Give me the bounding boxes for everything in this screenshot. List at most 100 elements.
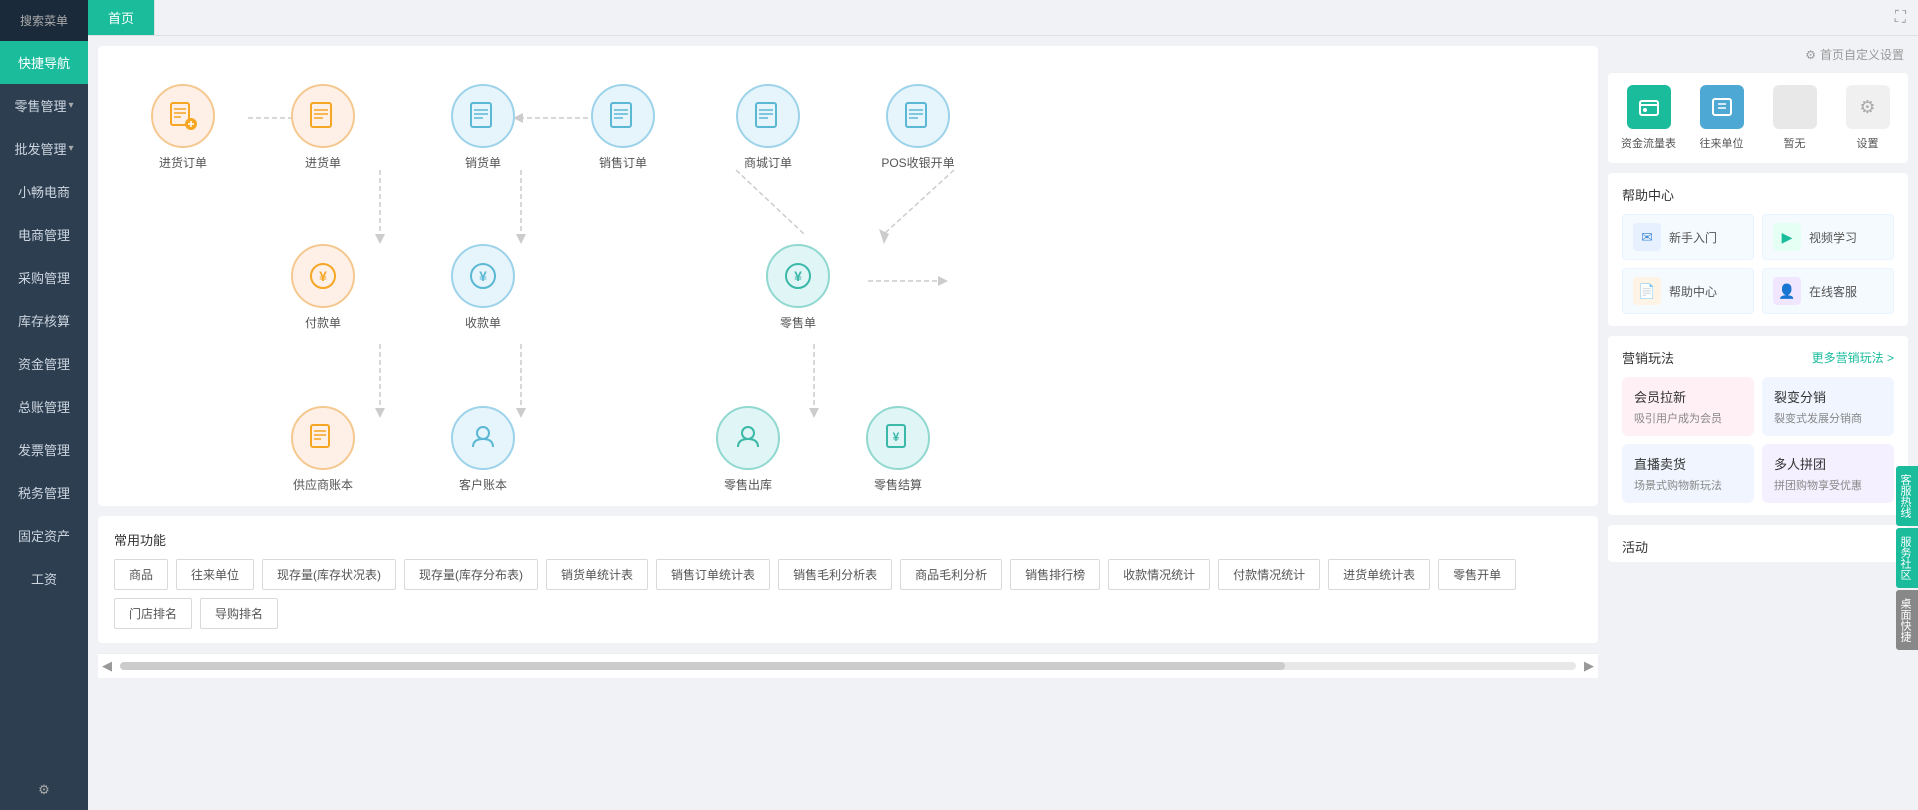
help-item-video[interactable]: ▶ 视频学习 bbox=[1762, 214, 1894, 260]
sidebar-item-label: 发票管理 bbox=[18, 440, 70, 459]
sidebar-item-label: 工资 bbox=[31, 569, 57, 588]
mkt-item-fission[interactable]: 裂变分销 裂变式发展分销商 bbox=[1762, 377, 1894, 436]
qf-btn-7[interactable]: 商品毛利分析 bbox=[900, 559, 1002, 590]
sidebar-item-invoice[interactable]: 发票管理 bbox=[0, 428, 88, 471]
qi-empty-icon bbox=[1773, 85, 1817, 129]
qf-btn-9[interactable]: 收款情况统计 bbox=[1108, 559, 1210, 590]
float-btn-desktop[interactable]: 桌面快捷 bbox=[1896, 590, 1918, 650]
circle-pos[interactable] bbox=[886, 84, 950, 148]
qf-btn-11[interactable]: 进货单统计表 bbox=[1328, 559, 1430, 590]
mkt-item-live[interactable]: 直播卖货 场景式购物新玩法 bbox=[1622, 444, 1754, 503]
mkt-member-title: 会员拉新 bbox=[1634, 387, 1742, 406]
customize-settings[interactable]: ⚙ 首页自定义设置 bbox=[1608, 46, 1908, 63]
qf-btn-13[interactable]: 门店排名 bbox=[114, 598, 192, 629]
scroll-track[interactable] bbox=[120, 662, 1576, 670]
circle-kehuzhanben[interactable] bbox=[451, 406, 515, 470]
circle-fukuan[interactable]: ¥ bbox=[291, 244, 355, 308]
sidebar-item-wages[interactable]: 工资 bbox=[0, 557, 88, 600]
sidebar-item-ledger[interactable]: 总账管理 bbox=[0, 385, 88, 428]
node-pos[interactable]: POS收银开单 bbox=[868, 84, 968, 171]
qf-btn-2[interactable]: 现存量(库存状况表) bbox=[262, 559, 396, 590]
sidebar-item-ecommgmt[interactable]: 电商管理 bbox=[0, 213, 88, 256]
expand-icon[interactable]: ⛶ bbox=[1883, 1, 1918, 35]
sidebar-settings-icon[interactable]: ⚙ bbox=[0, 770, 88, 810]
svg-text:¥: ¥ bbox=[893, 430, 900, 444]
sidebar-item-finance[interactable]: 资金管理 bbox=[0, 342, 88, 385]
mkt-fission-sub: 裂变式发展分销商 bbox=[1774, 410, 1882, 426]
scroll-thumb[interactable] bbox=[120, 662, 1285, 670]
qf-btn-1[interactable]: 往来单位 bbox=[176, 559, 254, 590]
node-fukuan[interactable]: ¥ 付款单 bbox=[273, 244, 373, 331]
node-lingshoudian-jiesuan[interactable]: ¥ 零售结算 bbox=[848, 406, 948, 493]
circle-lingshouchuku[interactable] bbox=[716, 406, 780, 470]
gear-icon: ⚙ bbox=[1805, 48, 1816, 62]
node-gongyingshang[interactable]: 供应商账本 bbox=[273, 406, 373, 493]
node-xiaoshou[interactable]: 销售订单 bbox=[573, 84, 673, 171]
workflow-card: 进货订单 进货单 销货单 bbox=[98, 46, 1598, 506]
scroll-left-icon[interactable]: ◀ bbox=[98, 658, 116, 674]
qf-btn-14[interactable]: 导购排名 bbox=[200, 598, 278, 629]
sidebar-item-quicknav[interactable]: 快捷导航 bbox=[0, 41, 88, 84]
circle-lingshoudian-jiesuan[interactable]: ¥ bbox=[866, 406, 930, 470]
node-lingshouchuku[interactable]: 零售出库 bbox=[698, 406, 798, 493]
float-btn-service[interactable]: 客服热线 bbox=[1896, 466, 1918, 526]
node-jinhuo[interactable]: 进货单 bbox=[273, 84, 373, 171]
qi-item-unit[interactable]: 往来单位 bbox=[1689, 85, 1754, 151]
qf-btn-4[interactable]: 销货单统计表 bbox=[546, 559, 648, 590]
content-area: 进货订单 进货单 销货单 bbox=[88, 36, 1918, 810]
customize-label: 首页自定义设置 bbox=[1820, 46, 1904, 63]
qf-btn-3[interactable]: 现存量(库存分布表) bbox=[404, 559, 538, 590]
qf-btn-12[interactable]: 零售开单 bbox=[1438, 559, 1516, 590]
qi-item-empty[interactable]: 暂无 bbox=[1762, 85, 1827, 151]
circle-shangcheng[interactable] bbox=[736, 84, 800, 148]
sidebar-item-purchase[interactable]: 采购管理 bbox=[0, 256, 88, 299]
node-lingshou[interactable]: ¥ 零售单 bbox=[748, 244, 848, 331]
quick-functions-title: 常用功能 bbox=[114, 530, 1582, 549]
label-xiaohuo: 销货单 bbox=[465, 154, 501, 171]
tab-home[interactable]: 首页 bbox=[88, 0, 155, 35]
marketing-title: 营销玩法 bbox=[1622, 348, 1674, 367]
circle-shoukuan[interactable]: ¥ bbox=[451, 244, 515, 308]
mkt-item-member[interactable]: 会员拉新 吸引用户成为会员 bbox=[1622, 377, 1754, 436]
sidebar-item-assets[interactable]: 固定资产 bbox=[0, 514, 88, 557]
float-btn-community[interactable]: 服务社区 bbox=[1896, 528, 1918, 588]
circle-xiaoshou[interactable] bbox=[591, 84, 655, 148]
activity-section: 活动 bbox=[1608, 525, 1908, 562]
label-shoukuan: 收款单 bbox=[465, 314, 501, 331]
qf-btn-5[interactable]: 销售订单统计表 bbox=[656, 559, 770, 590]
marketing-more[interactable]: 更多营销玩法 > bbox=[1812, 349, 1894, 366]
sidebar-item-inventory[interactable]: 库存核算 bbox=[0, 299, 88, 342]
left-panel: 进货订单 进货单 销货单 bbox=[88, 36, 1608, 810]
node-xiaohuo[interactable]: 销货单 bbox=[433, 84, 533, 171]
circle-xiaohuo[interactable] bbox=[451, 84, 515, 148]
help-item-center[interactable]: 📄 帮助中心 bbox=[1622, 268, 1754, 314]
qf-btn-6[interactable]: 销售毛利分析表 bbox=[778, 559, 892, 590]
qf-btn-10[interactable]: 付款情况统计 bbox=[1218, 559, 1320, 590]
circle-lingshou[interactable]: ¥ bbox=[766, 244, 830, 308]
sidebar-item-ecom[interactable]: 小畅电商 bbox=[0, 170, 88, 213]
label-xiaoshou: 销售订单 bbox=[599, 154, 647, 171]
help-item-beginner[interactable]: ✉ 新手入门 bbox=[1622, 214, 1754, 260]
float-buttons: 客服热线 服务社区 桌面快捷 bbox=[1896, 466, 1918, 650]
node-kehuzhanben[interactable]: 客户账本 bbox=[433, 406, 533, 493]
sidebar-item-tax[interactable]: 税务管理 bbox=[0, 471, 88, 514]
circle-jinhuodingdan[interactable] bbox=[151, 84, 215, 148]
label-gongyingshang: 供应商账本 bbox=[293, 476, 353, 493]
qf-btn-0[interactable]: 商品 bbox=[114, 559, 168, 590]
qf-btn-8[interactable]: 销售排行榜 bbox=[1010, 559, 1100, 590]
circle-gongyingshang[interactable] bbox=[291, 406, 355, 470]
sidebar-item-retail[interactable]: 零售管理 ▾ bbox=[0, 84, 88, 127]
qi-empty-label: 暂无 bbox=[1784, 135, 1806, 151]
help-item-service[interactable]: 👤 在线客服 bbox=[1762, 268, 1894, 314]
node-jinhuodingdan[interactable]: 进货订单 bbox=[133, 84, 233, 171]
circle-jinhuo[interactable] bbox=[291, 84, 355, 148]
qi-item-cashflow[interactable]: 资金流量表 bbox=[1616, 85, 1681, 151]
node-shoukuan[interactable]: ¥ 收款单 bbox=[433, 244, 533, 331]
sidebar-search[interactable]: 搜索菜单 bbox=[0, 0, 88, 41]
node-shangcheng[interactable]: 商城订单 bbox=[718, 84, 818, 171]
sidebar-item-wholesale[interactable]: 批发管理 ▾ bbox=[0, 127, 88, 170]
qi-item-settings[interactable]: ⚙ 设置 bbox=[1835, 85, 1900, 151]
scroll-right-icon[interactable]: ▶ bbox=[1580, 658, 1598, 674]
label-jinhuodingdan: 进货订单 bbox=[159, 154, 207, 171]
mkt-item-group[interactable]: 多人拼团 拼团购物享受优惠 bbox=[1762, 444, 1894, 503]
